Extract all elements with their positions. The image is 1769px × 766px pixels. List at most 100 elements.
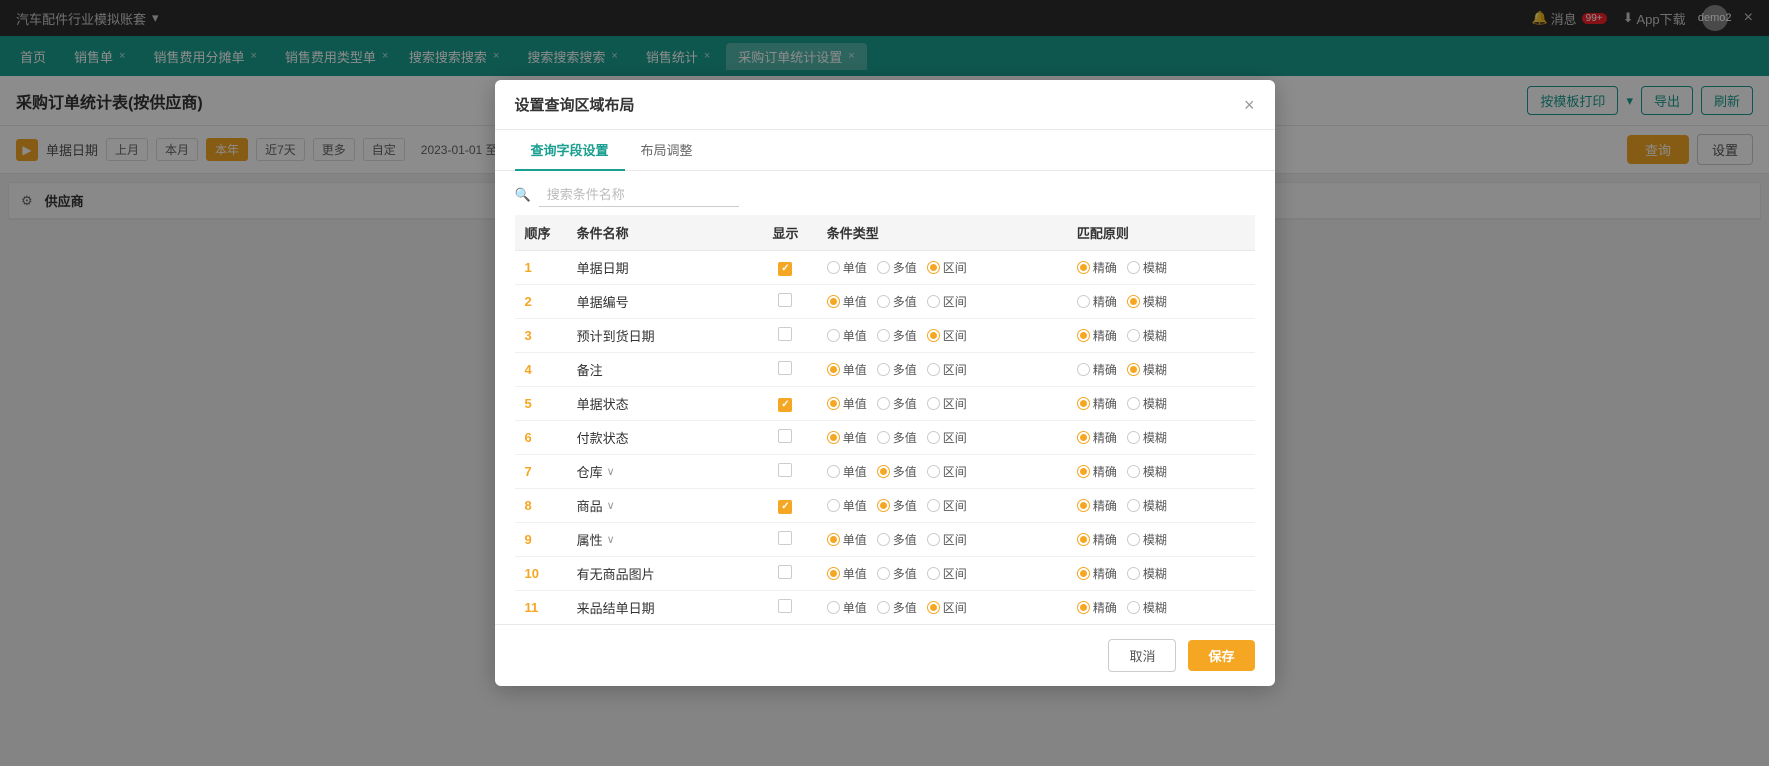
type-radio-item[interactable]: 单值 xyxy=(827,429,867,446)
type-radio-item[interactable]: 区间 xyxy=(927,361,967,378)
type-radio-item[interactable]: 单值 xyxy=(827,497,867,514)
match-radio-group: 精确模糊 xyxy=(1077,497,1245,514)
type-radio-item[interactable]: 单值 xyxy=(827,395,867,412)
display-checkbox[interactable] xyxy=(778,599,792,613)
type-radio-item[interactable]: 单值 xyxy=(827,327,867,344)
display-checkbox[interactable] xyxy=(778,262,792,276)
match-radio-group: 精确模糊 xyxy=(1077,327,1245,344)
match-radio-item[interactable]: 模糊 xyxy=(1127,463,1167,480)
radio-circle xyxy=(927,499,940,512)
display-checkbox[interactable] xyxy=(778,565,792,579)
row-seq: 5 xyxy=(515,387,567,421)
dialog-tab-query-fields[interactable]: 查询字段设置 xyxy=(515,130,625,171)
type-radio-item[interactable]: 单值 xyxy=(827,565,867,582)
radio-circle xyxy=(1077,261,1090,274)
display-checkbox[interactable] xyxy=(778,429,792,443)
type-radio-item[interactable]: 多值 xyxy=(877,531,917,548)
type-radio-item[interactable]: 多值 xyxy=(877,327,917,344)
display-checkbox[interactable] xyxy=(778,398,792,412)
cancel-button[interactable]: 取消 xyxy=(1108,639,1176,672)
type-radio-group: 单值多值区间 xyxy=(827,293,1057,310)
row-display-cell xyxy=(754,557,817,591)
match-radio-group: 精确模糊 xyxy=(1077,463,1245,480)
expand-icon[interactable]: ∨ xyxy=(607,533,615,546)
type-radio-item[interactable]: 区间 xyxy=(927,463,967,480)
match-radio-item[interactable]: 精确 xyxy=(1077,565,1117,582)
type-radio-item[interactable]: 多值 xyxy=(877,361,917,378)
table-row: 11来品结单日期单值多值区间精确模糊 xyxy=(515,591,1255,625)
display-checkbox[interactable] xyxy=(778,463,792,477)
type-radio-item[interactable]: 区间 xyxy=(927,293,967,310)
col-display: 显示 xyxy=(754,215,817,251)
match-radio-item[interactable]: 精确 xyxy=(1077,531,1117,548)
dialog-search-area: 🔍 xyxy=(495,171,1275,215)
radio-circle xyxy=(877,295,890,308)
match-radio-item[interactable]: 精确 xyxy=(1077,395,1117,412)
type-radio-item[interactable]: 单值 xyxy=(827,259,867,276)
match-radio-item[interactable]: 精确 xyxy=(1077,497,1117,514)
match-radio-item[interactable]: 模糊 xyxy=(1127,395,1167,412)
match-radio-item[interactable]: 模糊 xyxy=(1127,599,1167,616)
match-radio-item[interactable]: 精确 xyxy=(1077,327,1117,344)
save-button[interactable]: 保存 xyxy=(1188,640,1254,671)
row-name: 单据编号 xyxy=(567,285,755,319)
match-radio-item[interactable]: 模糊 xyxy=(1127,327,1167,344)
match-radio-item[interactable]: 模糊 xyxy=(1127,361,1167,378)
type-radio-item[interactable]: 多值 xyxy=(877,259,917,276)
type-radio-item[interactable]: 多值 xyxy=(877,395,917,412)
match-radio-item[interactable]: 模糊 xyxy=(1127,429,1167,446)
dialog-close-button[interactable]: × xyxy=(1244,96,1255,114)
expand-icon[interactable]: ∨ xyxy=(607,465,615,478)
match-radio-item[interactable]: 模糊 xyxy=(1127,293,1167,310)
radio-circle xyxy=(927,567,940,580)
type-radio-item[interactable]: 区间 xyxy=(927,565,967,582)
display-checkbox[interactable] xyxy=(778,361,792,375)
type-radio-item[interactable]: 单值 xyxy=(827,361,867,378)
match-radio-item[interactable]: 精确 xyxy=(1077,361,1117,378)
display-checkbox[interactable] xyxy=(778,531,792,545)
row-name: 备注 xyxy=(567,353,755,387)
match-radio-item[interactable]: 模糊 xyxy=(1127,565,1167,582)
expand-icon[interactable]: ∨ xyxy=(607,499,615,512)
search-input[interactable] xyxy=(539,183,739,207)
type-radio-item[interactable]: 多值 xyxy=(877,599,917,616)
type-radio-item[interactable]: 区间 xyxy=(927,599,967,616)
type-radio-item[interactable]: 区间 xyxy=(927,327,967,344)
type-radio-item[interactable]: 多值 xyxy=(877,429,917,446)
row-seq: 7 xyxy=(515,455,567,489)
type-radio-item[interactable]: 单值 xyxy=(827,531,867,548)
table-row: 4备注单值多值区间精确模糊 xyxy=(515,353,1255,387)
type-radio-item[interactable]: 多值 xyxy=(877,463,917,480)
match-radio-item[interactable]: 精确 xyxy=(1077,259,1117,276)
col-name: 条件名称 xyxy=(567,215,755,251)
match-radio-item[interactable]: 模糊 xyxy=(1127,259,1167,276)
type-radio-item[interactable]: 多值 xyxy=(877,497,917,514)
type-radio-item[interactable]: 区间 xyxy=(927,259,967,276)
match-radio-item[interactable]: 精确 xyxy=(1077,463,1117,480)
row-type-cell: 单值多值区间 xyxy=(817,523,1067,557)
type-radio-item[interactable]: 多值 xyxy=(877,293,917,310)
type-radio-item[interactable]: 区间 xyxy=(927,395,967,412)
row-seq: 6 xyxy=(515,421,567,455)
display-checkbox[interactable] xyxy=(778,293,792,307)
match-radio-item[interactable]: 模糊 xyxy=(1127,497,1167,514)
type-radio-group: 单值多值区间 xyxy=(827,531,1057,548)
row-display-cell xyxy=(754,523,817,557)
display-checkbox[interactable] xyxy=(778,327,792,341)
type-radio-item[interactable]: 多值 xyxy=(877,565,917,582)
row-type-cell: 单值多值区间 xyxy=(817,251,1067,285)
search-icon: 🔍 xyxy=(515,187,531,203)
type-radio-item[interactable]: 区间 xyxy=(927,497,967,514)
match-radio-item[interactable]: 精确 xyxy=(1077,293,1117,310)
type-radio-item[interactable]: 单值 xyxy=(827,599,867,616)
display-checkbox[interactable] xyxy=(778,500,792,514)
match-radio-item[interactable]: 精确 xyxy=(1077,599,1117,616)
conditions-table: 顺序 条件名称 显示 条件类型 匹配原则 1单据日期单值多值区间精确模糊2单据编… xyxy=(515,215,1255,624)
match-radio-item[interactable]: 精确 xyxy=(1077,429,1117,446)
type-radio-item[interactable]: 区间 xyxy=(927,429,967,446)
type-radio-item[interactable]: 区间 xyxy=(927,531,967,548)
dialog-tab-layout[interactable]: 布局调整 xyxy=(625,130,709,171)
type-radio-item[interactable]: 单值 xyxy=(827,293,867,310)
type-radio-item[interactable]: 单值 xyxy=(827,463,867,480)
match-radio-item[interactable]: 模糊 xyxy=(1127,531,1167,548)
